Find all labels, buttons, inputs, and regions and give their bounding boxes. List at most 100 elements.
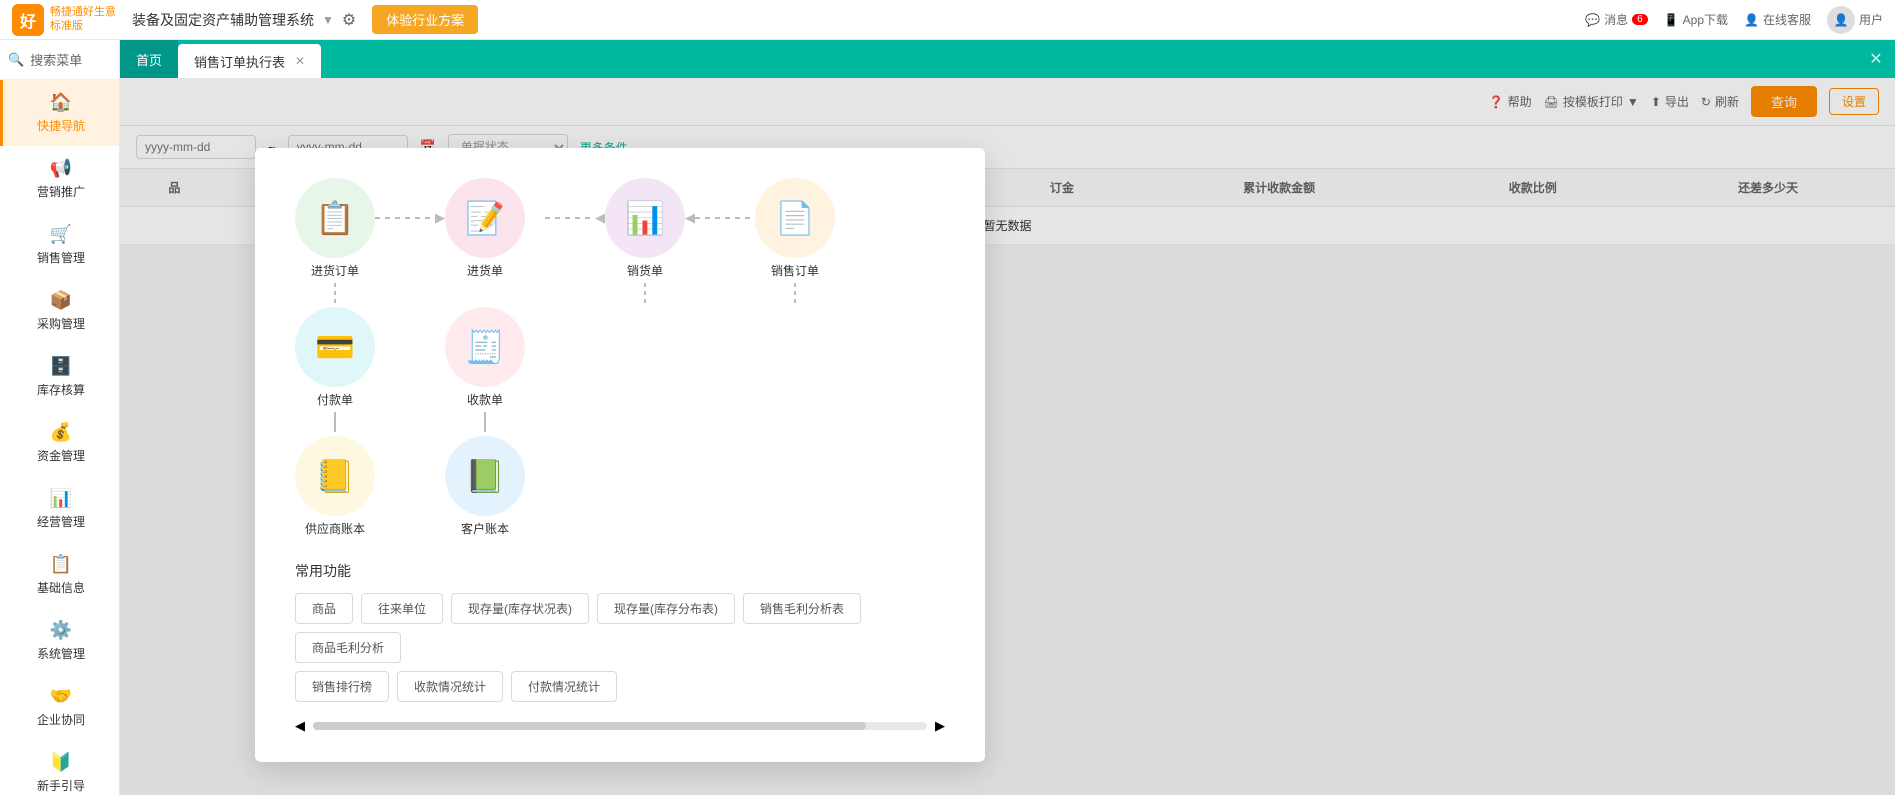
app-download-icon: 📱 [1664,13,1679,27]
online-service-label: 在线客服 [1763,11,1811,28]
finance-icon: 💰 [50,422,72,443]
main-layout: 🔍 搜索菜单 🏠 快捷导航 📢 营销推广 🛒 销售管理 📦 采购管理 🗄️ 库存… [0,40,1895,795]
common-functions: 常用功能 商品 往来单位 现存量(库存状况表) 现存量(库存分布表) 销售毛利分… [295,561,945,702]
func-btn-units[interactable]: 往来单位 [361,593,443,624]
basic-icon: 📋 [50,554,72,575]
sidebar-item-label-purchase: 采购管理 [37,315,85,332]
sidebar-item-quick-nav[interactable]: 🏠 快捷导航 [0,80,119,146]
receipt-block: 🧾 收款单 [445,307,525,408]
sidebar-item-basic[interactable]: 📋 基础信息 [0,542,119,608]
receipt-label: 收款单 [467,391,503,408]
search-menu[interactable]: 🔍 搜索菜单 [0,40,119,80]
quick-nav-icon: 🏠 [50,92,72,113]
sales-bill-block: 📊 销货单 [605,178,685,279]
message-button[interactable]: 💬 消息 6 [1585,11,1648,28]
logo-area: 好 畅捷通好生意 标准版 [12,4,132,36]
func-btn-stock-status[interactable]: 现存量(库存状况表) [451,593,589,624]
customer-account-label: 客户账本 [461,520,509,537]
sidebar-item-label-sales: 销售管理 [37,249,85,266]
tab-sales-order[interactable]: 销售订单执行表 ✕ [178,44,321,78]
function-btns-row2: 销售排行榜 收款情况统计 付款情况统计 [295,671,945,702]
receipt-icon: 🧾 [465,328,505,366]
sidebar-item-finance[interactable]: 💰 资金管理 [0,410,119,476]
sidebar-item-inventory[interactable]: 🗄️ 库存核算 [0,344,119,410]
dashed-line-3 [695,217,755,219]
sales-icon: 🛒 [50,224,72,245]
sidebar-item-label-quick-nav: 快捷导航 [37,117,85,134]
func-btn-sales-profit[interactable]: 销售毛利分析表 [743,593,861,624]
sales-order-block: 📄 销售订单 [755,178,835,279]
arrow-left-1: ◀ [595,210,605,226]
customer-account-node[interactable]: 📗 [445,436,525,516]
collab-icon: 🤝 [50,686,72,707]
payment-node[interactable]: 💳 [295,307,375,387]
tab-sales-order-label: 销售订单执行表 [194,52,285,71]
trial-button[interactable]: 体验行业方案 [372,5,478,34]
tab-home-label: 首页 [136,50,162,69]
scroll-right-icon[interactable]: ▶ [935,718,945,734]
sidebar-item-sales[interactable]: 🛒 销售管理 [0,212,119,278]
payment-label: 付款单 [317,391,353,408]
customer-account-block: 📗 客户账本 [445,436,525,537]
content-area: 首页 销售订单执行表 ✕ ✕ ❓ 帮助 🖨 按模板打印 ▼ [120,40,1895,795]
supplier-account-block: 📒 供应商账本 [295,436,375,537]
dashed-line-2 [545,217,595,219]
sidebar-item-guide[interactable]: 🔰 新手引导 [0,740,119,795]
func-btn-goods-profit[interactable]: 商品毛利分析 [295,632,401,663]
message-label: 消息 [1604,11,1628,28]
func-btn-sales-rank[interactable]: 销售排行榜 [295,671,389,702]
sidebar-item-marketing[interactable]: 📢 营销推广 [0,146,119,212]
search-icon: 🔍 [8,52,24,68]
sales-bill-node[interactable]: 📊 [605,178,685,258]
settings-icon[interactable]: ⚙ [342,10,356,30]
sidebar-item-label-inventory: 库存核算 [37,381,85,398]
system-icon: ⚙️ [50,620,72,641]
inventory-icon: 🗄️ [50,356,72,377]
purchase-bill-block: 📝 进货单 [445,178,525,279]
scroll-left-icon[interactable]: ◀ [295,718,305,734]
purchase-order-node[interactable]: 📋 [295,178,375,258]
quick-nav-modal: 📋 进货订单 💳 付款单 [255,148,985,762]
sidebar-item-collab[interactable]: 🤝 企业协同 [0,674,119,740]
payment-icon: 💳 [315,328,355,366]
supplier-account-node[interactable]: 📒 [295,436,375,516]
purchase-bill-icon: 📝 [465,199,505,237]
purchase-icon: 📦 [50,290,72,311]
message-icon: 💬 [1585,13,1600,27]
func-btn-goods[interactable]: 商品 [295,593,353,624]
system-title: 装备及固定资产辅助管理系统 [132,10,314,30]
mid-left-column: 📝 进货单 🧾 收款单 [445,178,525,537]
scroll-thumb [313,722,866,730]
h-arrow-1: ▶ [375,178,445,226]
tab-bar-spacer [321,40,1857,78]
receipt-node[interactable]: 🧾 [445,307,525,387]
func-btn-payment-stats[interactable]: 付款情况统计 [511,671,617,702]
down-connector-2 [334,412,336,432]
tab-bar-close-button[interactable]: ✕ [1857,40,1895,78]
sidebar-item-purchase[interactable]: 📦 采购管理 [0,278,119,344]
down-connector-3 [484,412,486,432]
sidebar-item-label-finance: 资金管理 [37,447,85,464]
sidebar-item-operations[interactable]: 📊 经营管理 [0,476,119,542]
h-arrow-3: ◀ [685,178,755,226]
func-btn-stock-dist[interactable]: 现存量(库存分布表) [597,593,735,624]
func-btn-receipt-stats[interactable]: 收款情况统计 [397,671,503,702]
horizontal-scrollbar[interactable]: ◀ ▶ [295,710,945,742]
purchase-bill-node[interactable]: 📝 [445,178,525,258]
supplier-account-label: 供应商账本 [305,520,365,537]
sidebar-item-system[interactable]: ⚙️ 系统管理 [0,608,119,674]
user-avatar: 👤 [1827,6,1855,34]
sales-order-node[interactable]: 📄 [755,178,835,258]
online-service-button[interactable]: 👤 在线客服 [1744,11,1811,28]
sidebar-item-label-basic: 基础信息 [37,579,85,596]
down-connector-1 [334,283,336,303]
top-header: 好 畅捷通好生意 标准版 装备及固定资产辅助管理系统 ▼ ⚙ 体验行业方案 💬 … [0,0,1895,40]
user-area[interactable]: 👤 用户 [1827,6,1883,34]
sales-bill-column: 📊 销货单 [605,178,685,399]
dropdown-icon[interactable]: ▼ [322,13,334,27]
tab-close-icon[interactable]: ✕ [295,54,305,68]
tab-home[interactable]: 首页 [120,40,178,78]
scroll-track[interactable] [313,722,927,730]
operations-icon: 📊 [50,488,72,509]
app-download-button[interactable]: 📱 App下载 [1664,11,1728,28]
